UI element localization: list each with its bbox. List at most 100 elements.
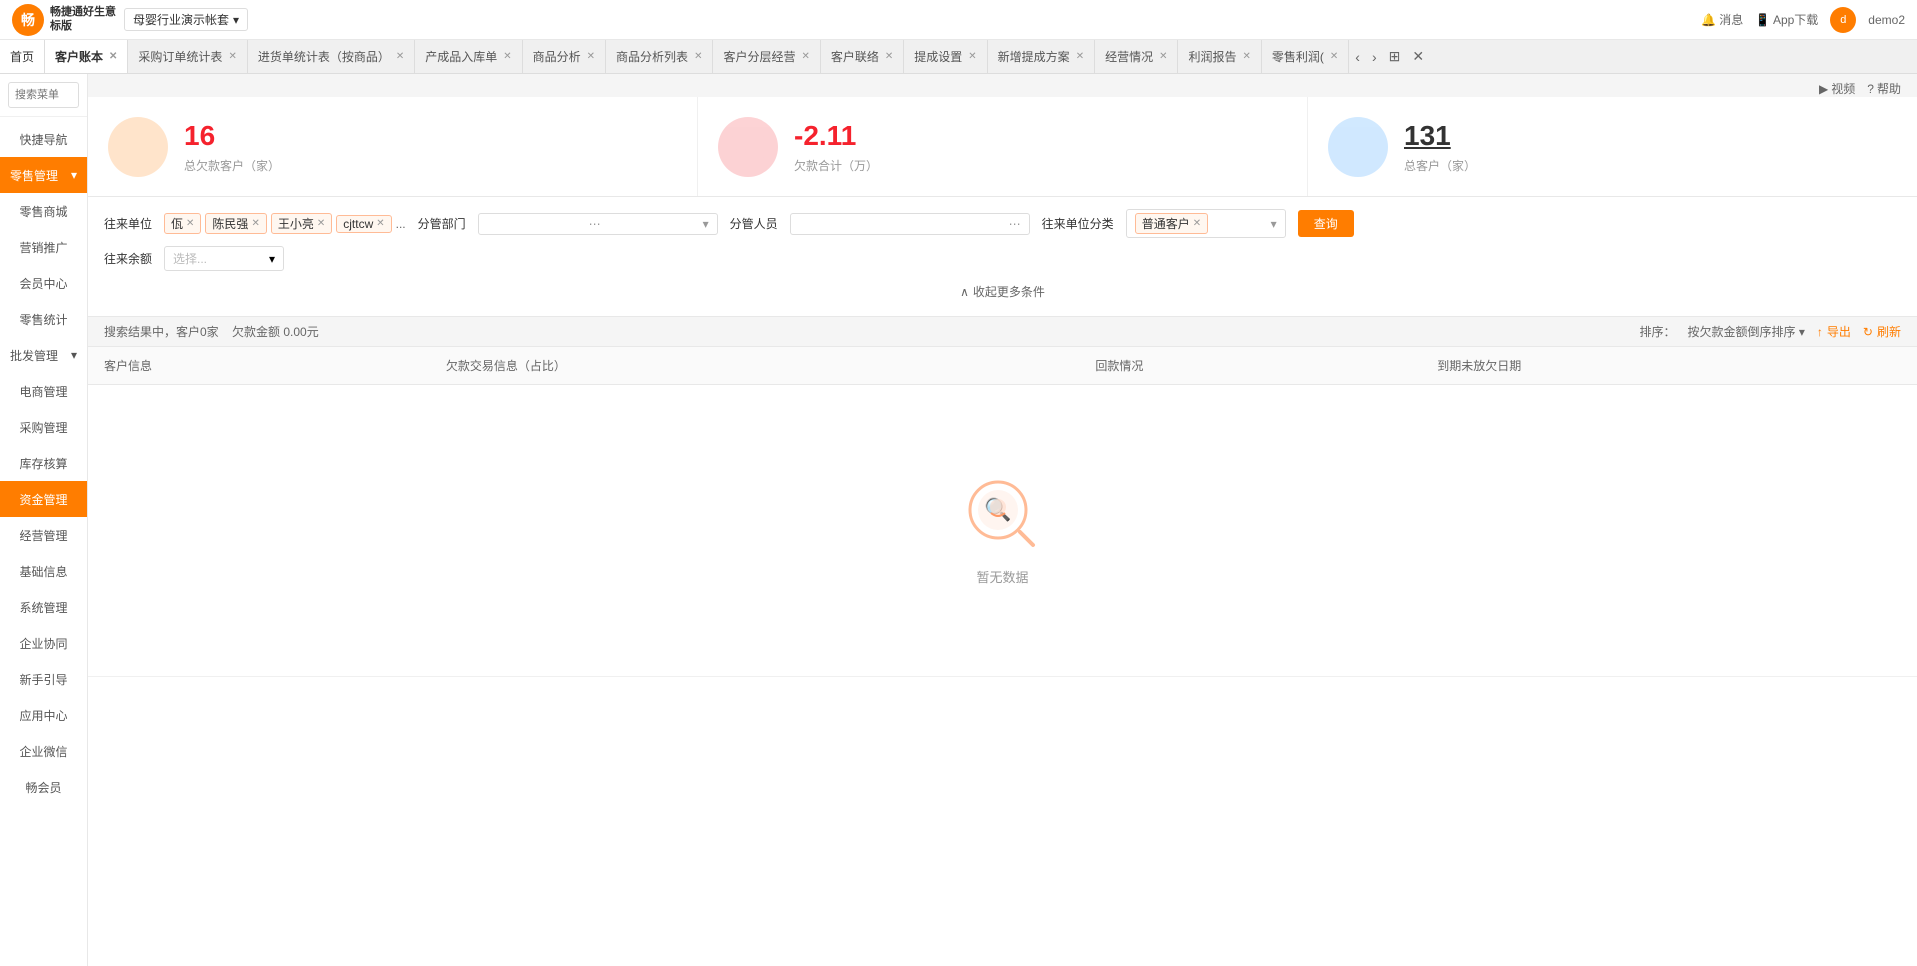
tag-close-chenminqiang[interactable]: ✕	[251, 218, 259, 229]
tab-close-icon[interactable]: ✕	[228, 51, 236, 62]
col-customer-info: 客户信息	[88, 347, 430, 385]
tab-profit-report[interactable]: 利润报告 ✕	[1178, 40, 1261, 74]
sidebar-item-retail-mgmt[interactable]: 零售管理 ▾	[0, 157, 87, 193]
tab-next-btn[interactable]: ›	[1366, 40, 1383, 74]
filter-remainder-select[interactable]: 选择... ▾	[164, 246, 284, 271]
table-header: 客户信息 欠款交易信息（占比） 回款情况 到期未放欠日期	[88, 347, 1917, 385]
top-bar-right: 🔔 消息 📱 App下载 d demo2	[1701, 7, 1905, 33]
bell-icon: 🔔	[1701, 13, 1716, 27]
tab-close-icon[interactable]: ✕	[1243, 51, 1251, 62]
sort-select[interactable]: 按欠款金额倒序排序 ▾	[1688, 323, 1805, 340]
export-btn[interactable]: ↑ 导出	[1817, 323, 1851, 340]
stat-info-credit-amount: -2.11 欠款合计（万）	[794, 119, 1287, 174]
tab-customer-segment[interactable]: 客户分层经营 ✕	[713, 40, 820, 74]
sidebar-item-wholesale-mgmt[interactable]: 批发管理 ▾	[0, 337, 87, 373]
tab-expand-btn[interactable]: ⊞	[1383, 40, 1407, 74]
filter-dept-select[interactable]: ⋯ ▾	[478, 213, 718, 235]
sidebar-item-system[interactable]: 系统管理	[0, 589, 87, 625]
tab-prev-btn[interactable]: ‹	[1349, 40, 1366, 74]
sidebar-item-operations[interactable]: 经营管理	[0, 517, 87, 553]
result-bar: 搜索结果中，客户0家 欠款金额 0.00元 排序： 按欠款金额倒序排序 ▾ ↑ …	[88, 317, 1917, 347]
sidebar-item-purchase[interactable]: 采购管理	[0, 409, 87, 445]
search-input[interactable]	[8, 82, 79, 108]
tab-new-promotion[interactable]: 新增提成方案 ✕	[988, 40, 1095, 74]
logo-icon: 畅	[12, 4, 44, 36]
tab-close-icon[interactable]: ✕	[1159, 51, 1167, 62]
tab-close-icon[interactable]: ✕	[1330, 51, 1338, 62]
tab-home[interactable]: 首页	[0, 40, 45, 74]
filter-row-2: 往来余额 选择... ▾	[104, 246, 1901, 271]
video-btn[interactable]: ▶ 视频	[1819, 80, 1855, 97]
filter-tag-cjttcw: cjttcw ✕	[336, 215, 391, 233]
tab-close-icon[interactable]: ✕	[801, 51, 809, 62]
tab-product-stock[interactable]: 产成品入库单 ✕	[415, 40, 522, 74]
tab-product-analysis[interactable]: 商品分析 ✕	[523, 40, 606, 74]
tab-bar: 首页 客户账本 ✕ 采购订单统计表 ✕ 进货单统计表（按商品） ✕ 产成品入库单…	[0, 40, 1917, 74]
sidebar-item-member-center[interactable]: 会员中心	[0, 265, 87, 301]
filter-person-select[interactable]: ⋯	[790, 213, 1030, 235]
tag-close-wangxiaoliang[interactable]: ✕	[317, 218, 325, 229]
tab-customer-contact[interactable]: 客户联络 ✕	[821, 40, 904, 74]
refresh-icon: ↻	[1863, 325, 1873, 339]
tab-close-icon[interactable]: ✕	[503, 51, 511, 62]
refresh-btn[interactable]: ↻ 刷新	[1863, 323, 1901, 340]
tag-close-wa[interactable]: ✕	[186, 218, 194, 229]
query-button[interactable]: 查询	[1298, 210, 1354, 237]
sidebar-item-retail-stats[interactable]: 零售统计	[0, 301, 87, 337]
filter-category-label: 往来单位分类	[1042, 215, 1114, 232]
tab-instock-stats[interactable]: 进货单统计表（按商品） ✕	[248, 40, 415, 74]
tag-close-cjttcw[interactable]: ✕	[376, 218, 384, 229]
app-download-btn[interactable]: 📱 App下载	[1755, 11, 1818, 28]
stat-label-total-customers: 总客户（家）	[1404, 157, 1897, 174]
sidebar-item-member-plus[interactable]: 畅会员	[0, 769, 87, 805]
filter-remainder-value: 选择...	[173, 250, 207, 267]
filter-unit-more[interactable]: ...	[396, 217, 406, 231]
stat-icon-area-2	[718, 117, 778, 177]
tab-close-icon[interactable]: ✕	[109, 51, 117, 62]
tab-close-icon[interactable]: ✕	[1076, 51, 1084, 62]
tab-product-analysis-list[interactable]: 商品分析列表 ✕	[606, 40, 713, 74]
help-btn[interactable]: ? 帮助	[1867, 80, 1901, 97]
svg-text:¥: ¥	[133, 138, 143, 158]
tab-purchase-order[interactable]: 采购订单统计表 ✕	[128, 40, 247, 74]
credit-card-icon	[718, 117, 778, 177]
tag-close-normal-customer[interactable]: ✕	[1193, 218, 1201, 229]
tab-customer-account[interactable]: 客户账本 ✕	[45, 40, 128, 74]
sidebar-item-app-center[interactable]: 应用中心	[0, 697, 87, 733]
collapse-btn[interactable]: ∧ 收起更多条件	[104, 279, 1901, 304]
filter-dept-label: 分管部门	[418, 215, 466, 232]
sidebar-item-enterprise-wechat[interactable]: 企业微信	[0, 733, 87, 769]
tab-business-situation[interactable]: 经营情况 ✕	[1095, 40, 1178, 74]
sidebar-item-quick-nav[interactable]: 快捷导航	[0, 121, 87, 157]
col-overdue-date: 到期未放欠日期	[1421, 347, 1917, 385]
sidebar-item-inventory[interactable]: 库存核算	[0, 445, 87, 481]
tab-close-icon[interactable]: ✕	[587, 51, 595, 62]
avatar[interactable]: d	[1830, 7, 1856, 33]
sidebar-item-finance[interactable]: 资金管理	[0, 481, 87, 517]
tab-promotion-settings[interactable]: 提成设置 ✕	[904, 40, 987, 74]
sidebar-item-marketing[interactable]: 营销推广	[0, 229, 87, 265]
sidebar-item-retail-mall[interactable]: 零售商城	[0, 193, 87, 229]
tab-close-icon[interactable]: ✕	[694, 51, 702, 62]
filter-category-select[interactable]: 普通客户 ✕ ▾	[1126, 209, 1286, 238]
col-repayment: 回款情况	[1079, 347, 1421, 385]
message-btn[interactable]: 🔔 消息	[1701, 11, 1743, 28]
sidebar-item-new-guide[interactable]: 新手引导	[0, 661, 87, 697]
sidebar-nav: 快捷导航 零售管理 ▾ 零售商城 营销推广 会员中心 零售统计 批发管理 ▾	[0, 117, 87, 809]
logo-area: 畅 畅捷通好生意 标版	[12, 4, 116, 36]
sidebar-item-basic-info[interactable]: 基础信息	[0, 553, 87, 589]
data-table: 客户信息 欠款交易信息（占比） 回款情况 到期未放欠日期	[88, 347, 1917, 677]
filter-tag-wangxiaoliang: 王小亮 ✕	[271, 213, 332, 234]
stat-card-credit-amount: -2.11 欠款合计（万）	[698, 97, 1308, 196]
stat-value-total-customers: 131	[1404, 119, 1897, 153]
tab-retail-profit[interactable]: 零售利润( ✕	[1262, 40, 1349, 74]
tab-close-icon[interactable]: ✕	[396, 51, 404, 62]
stat-value-credit-amount: -2.11	[794, 119, 1287, 153]
demo-selector-btn[interactable]: 母婴行业演示帐套 ▾	[124, 8, 248, 31]
top-bar: 畅 畅捷通好生意 标版 母婴行业演示帐套 ▾ 🔔 消息 📱 App下载 d de…	[0, 0, 1917, 40]
sidebar-item-ecommerce[interactable]: 电商管理	[0, 373, 87, 409]
tab-close-icon[interactable]: ✕	[968, 51, 976, 62]
tab-close-icon[interactable]: ✕	[885, 51, 893, 62]
tab-close-all-btn[interactable]: ✕	[1406, 40, 1430, 74]
sidebar-item-enterprise[interactable]: 企业协同	[0, 625, 87, 661]
